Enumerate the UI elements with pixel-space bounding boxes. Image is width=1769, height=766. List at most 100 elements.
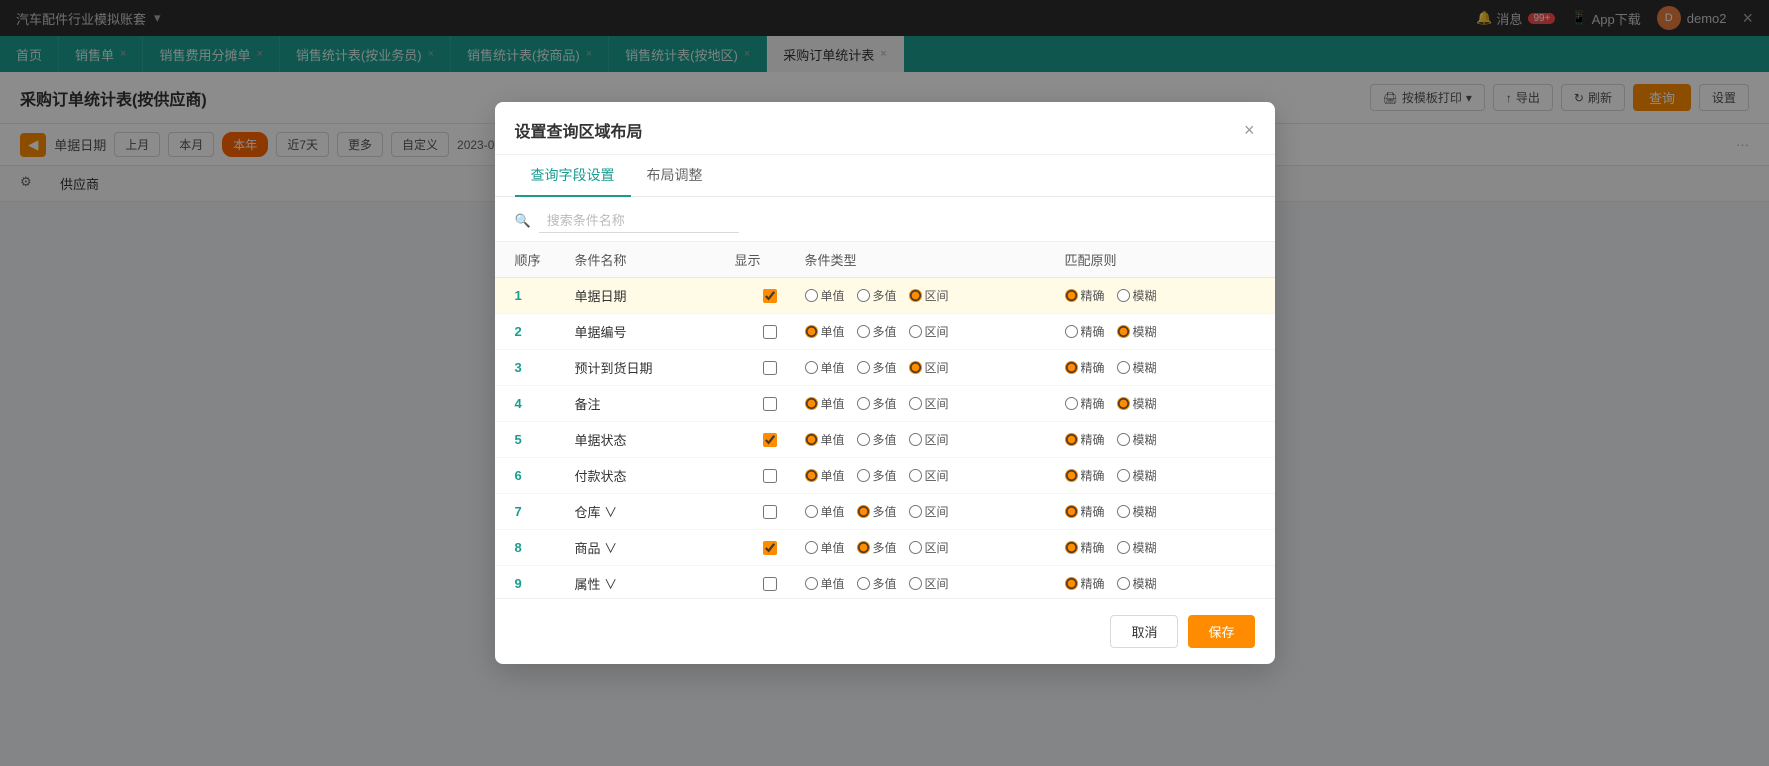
modal-tab-query-fields[interactable]: 查询字段设置	[515, 155, 631, 197]
modal-search-input[interactable]	[539, 209, 739, 233]
match-rule-fuzzy[interactable]: 模糊	[1117, 575, 1157, 592]
radio-multi[interactable]	[857, 505, 870, 518]
condition-type-range[interactable]: 区间	[909, 323, 949, 340]
condition-type-single[interactable]: 单值	[805, 431, 845, 448]
condition-type-single[interactable]: 单值	[805, 287, 845, 304]
condition-type-multi[interactable]: 多值	[857, 503, 897, 520]
match-rule-exact[interactable]: 精确	[1065, 575, 1105, 592]
condition-type-single[interactable]: 单值	[805, 359, 845, 376]
condition-type-single[interactable]: 单值	[805, 467, 845, 484]
condition-type-multi[interactable]: 多值	[857, 359, 897, 376]
display-checkbox-input[interactable]	[763, 325, 777, 339]
match-rule-exact[interactable]: 精确	[1065, 395, 1105, 412]
radio-match-fuzzy[interactable]	[1117, 325, 1130, 338]
condition-type-range[interactable]: 区间	[909, 431, 949, 448]
row-display-checkbox[interactable]	[735, 361, 805, 375]
match-rule-fuzzy[interactable]: 模糊	[1117, 503, 1157, 520]
match-rule-exact[interactable]: 精确	[1065, 539, 1105, 556]
radio-match-exact[interactable]	[1065, 325, 1078, 338]
radio-match-exact[interactable]	[1065, 577, 1078, 590]
condition-type-range[interactable]: 区间	[909, 359, 949, 376]
display-checkbox-input[interactable]	[763, 289, 777, 303]
match-rule-exact[interactable]: 精确	[1065, 467, 1105, 484]
display-checkbox-input[interactable]	[763, 505, 777, 519]
row-display-checkbox[interactable]	[735, 541, 805, 555]
radio-match-fuzzy[interactable]	[1117, 469, 1130, 482]
condition-type-single[interactable]: 单值	[805, 575, 845, 592]
radio-single[interactable]	[805, 325, 818, 338]
match-rule-fuzzy[interactable]: 模糊	[1117, 431, 1157, 448]
row-display-checkbox[interactable]	[735, 577, 805, 591]
radio-range[interactable]	[909, 397, 922, 410]
radio-range[interactable]	[909, 505, 922, 518]
display-checkbox-input[interactable]	[763, 433, 777, 447]
radio-match-fuzzy[interactable]	[1117, 505, 1130, 518]
condition-type-multi[interactable]: 多值	[857, 467, 897, 484]
match-rule-fuzzy[interactable]: 模糊	[1117, 539, 1157, 556]
condition-type-range[interactable]: 区间	[909, 395, 949, 412]
condition-type-range[interactable]: 区间	[909, 503, 949, 520]
radio-match-exact[interactable]	[1065, 289, 1078, 302]
radio-range[interactable]	[909, 325, 922, 338]
condition-type-multi[interactable]: 多值	[857, 575, 897, 592]
radio-range[interactable]	[909, 361, 922, 374]
match-rule-fuzzy[interactable]: 模糊	[1117, 395, 1157, 412]
radio-match-fuzzy[interactable]	[1117, 361, 1130, 374]
display-checkbox-input[interactable]	[763, 361, 777, 375]
radio-match-fuzzy[interactable]	[1117, 577, 1130, 590]
radio-range[interactable]	[909, 541, 922, 554]
radio-multi[interactable]	[857, 541, 870, 554]
radio-match-fuzzy[interactable]	[1117, 289, 1130, 302]
radio-single[interactable]	[805, 469, 818, 482]
condition-type-range[interactable]: 区间	[909, 467, 949, 484]
match-rule-exact[interactable]: 精确	[1065, 287, 1105, 304]
display-checkbox-input[interactable]	[763, 577, 777, 591]
match-rule-fuzzy[interactable]: 模糊	[1117, 359, 1157, 376]
row-display-checkbox[interactable]	[735, 325, 805, 339]
match-rule-fuzzy[interactable]: 模糊	[1117, 323, 1157, 340]
radio-multi[interactable]	[857, 433, 870, 446]
condition-type-multi[interactable]: 多值	[857, 323, 897, 340]
row-display-checkbox[interactable]	[735, 433, 805, 447]
condition-type-multi[interactable]: 多值	[857, 539, 897, 556]
row-display-checkbox[interactable]	[735, 397, 805, 411]
cancel-button[interactable]: 取消	[1110, 615, 1178, 648]
condition-type-multi[interactable]: 多值	[857, 431, 897, 448]
radio-match-fuzzy[interactable]	[1117, 541, 1130, 554]
radio-range[interactable]	[909, 289, 922, 302]
radio-single[interactable]	[805, 541, 818, 554]
radio-single[interactable]	[805, 505, 818, 518]
condition-type-single[interactable]: 单值	[805, 539, 845, 556]
save-button[interactable]: 保存	[1188, 615, 1254, 648]
radio-range[interactable]	[909, 577, 922, 590]
match-rule-exact[interactable]: 精确	[1065, 359, 1105, 376]
condition-type-multi[interactable]: 多值	[857, 287, 897, 304]
condition-type-multi[interactable]: 多值	[857, 395, 897, 412]
radio-multi[interactable]	[857, 361, 870, 374]
radio-match-exact[interactable]	[1065, 469, 1078, 482]
radio-multi[interactable]	[857, 397, 870, 410]
radio-multi[interactable]	[857, 577, 870, 590]
radio-single[interactable]	[805, 397, 818, 410]
radio-multi[interactable]	[857, 289, 870, 302]
match-rule-exact[interactable]: 精确	[1065, 431, 1105, 448]
radio-multi[interactable]	[857, 325, 870, 338]
radio-single[interactable]	[805, 289, 818, 302]
radio-range[interactable]	[909, 433, 922, 446]
match-rule-exact[interactable]: 精确	[1065, 323, 1105, 340]
radio-range[interactable]	[909, 469, 922, 482]
row-display-checkbox[interactable]	[735, 505, 805, 519]
condition-type-range[interactable]: 区间	[909, 287, 949, 304]
modal-close-button[interactable]: ×	[1244, 121, 1255, 139]
radio-multi[interactable]	[857, 469, 870, 482]
row-display-checkbox[interactable]	[735, 289, 805, 303]
radio-single[interactable]	[805, 433, 818, 446]
modal-tab-layout[interactable]: 布局调整	[631, 155, 719, 197]
condition-type-single[interactable]: 单值	[805, 323, 845, 340]
condition-type-range[interactable]: 区间	[909, 539, 949, 556]
display-checkbox-input[interactable]	[763, 469, 777, 483]
match-rule-exact[interactable]: 精确	[1065, 503, 1105, 520]
radio-match-exact[interactable]	[1065, 505, 1078, 518]
radio-match-exact[interactable]	[1065, 361, 1078, 374]
display-checkbox-input[interactable]	[763, 397, 777, 411]
